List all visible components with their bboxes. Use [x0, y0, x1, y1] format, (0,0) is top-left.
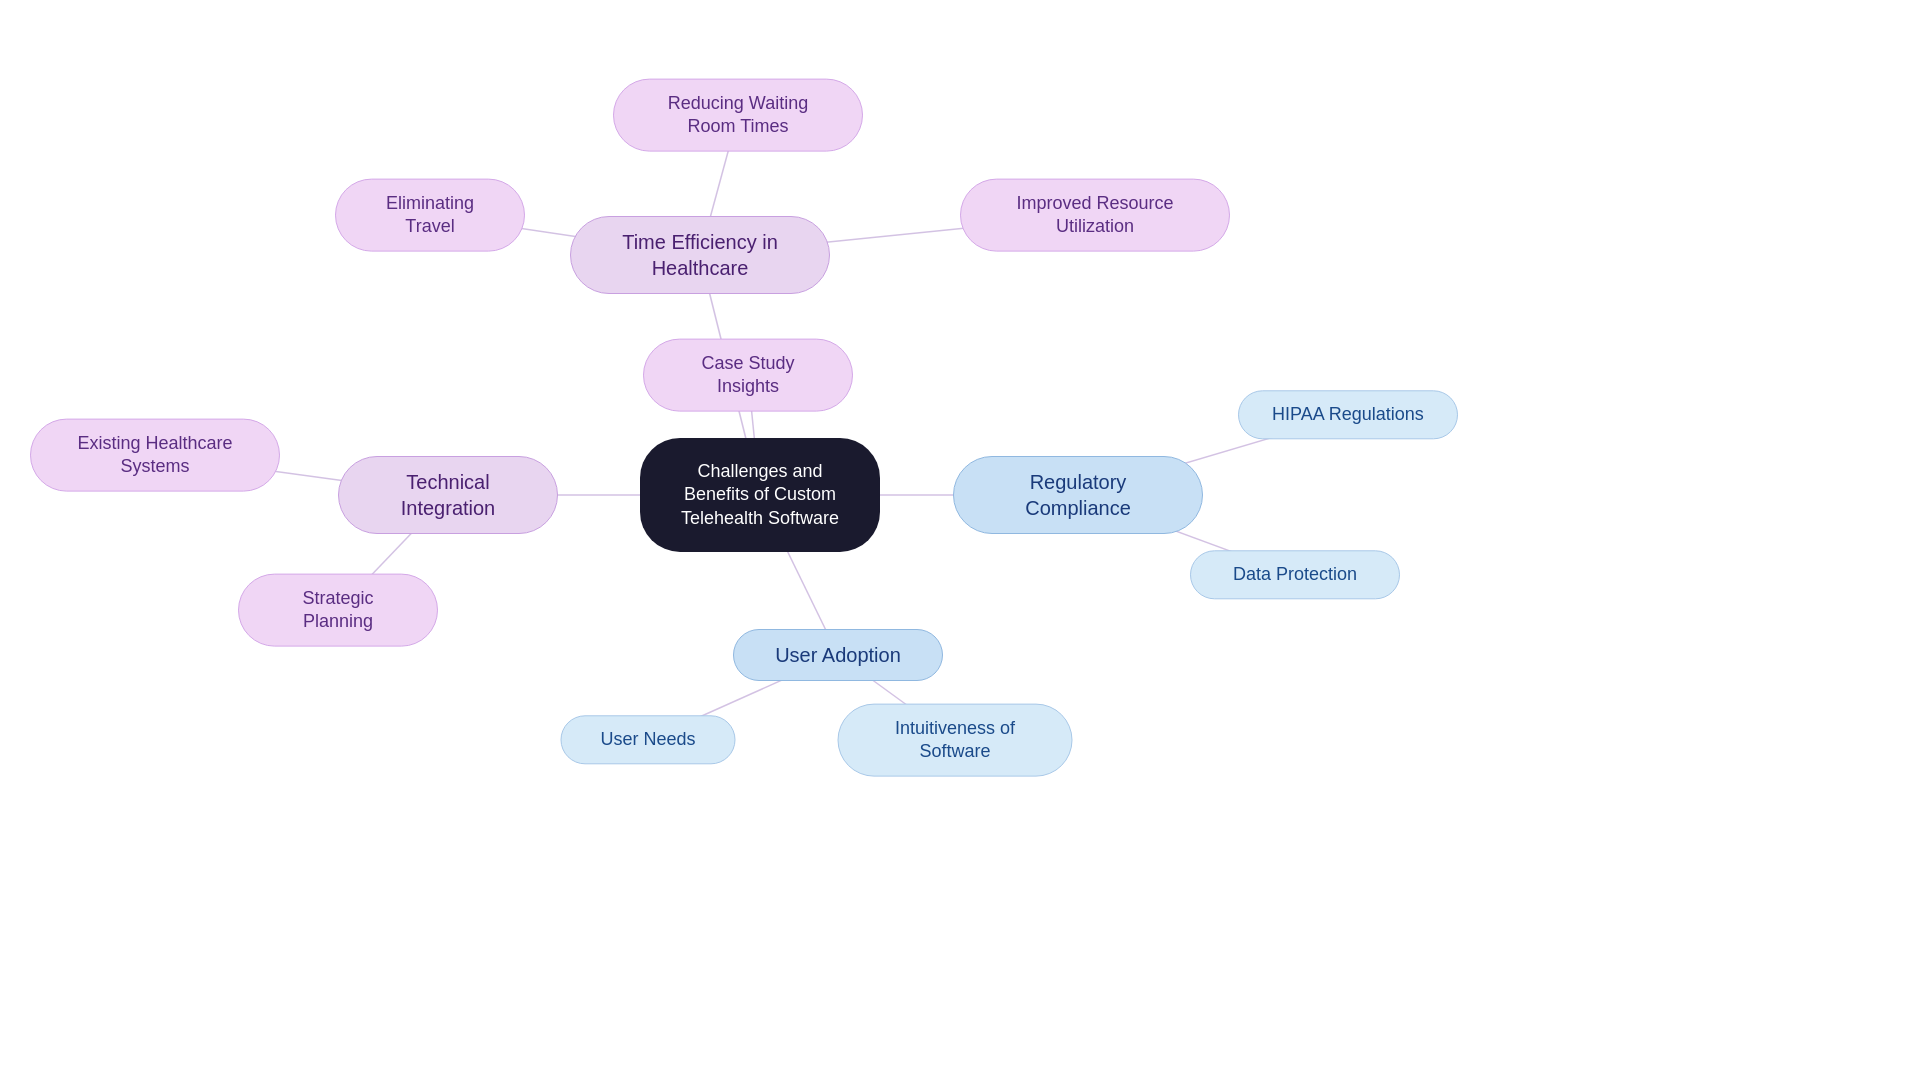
node-user-needs[interactable]: User Needs — [561, 715, 736, 764]
node-time-efficiency-label: Time Efficiency in Healthcare — [599, 229, 801, 281]
node-reducing-waiting[interactable]: Reducing Waiting Room Times — [613, 79, 863, 152]
node-center[interactable]: Challenges and Benefits of Custom Telehe… — [640, 438, 880, 552]
node-improved-resource-label: Improved Resource Utilization — [989, 192, 1201, 239]
node-user-adoption[interactable]: User Adoption — [733, 629, 943, 681]
node-case-study-label: Case Study Insights — [672, 352, 824, 399]
node-strategic-planning-label: Strategic Planning — [267, 587, 409, 634]
node-case-study[interactable]: Case Study Insights — [643, 339, 853, 412]
connections-svg — [0, 0, 1920, 1083]
node-regulatory-compliance[interactable]: Regulatory Compliance — [953, 456, 1203, 534]
node-data-protection[interactable]: Data Protection — [1190, 550, 1400, 599]
node-time-efficiency[interactable]: Time Efficiency in Healthcare — [570, 216, 830, 294]
node-intuitiveness[interactable]: Intuitiveness of Software — [838, 704, 1073, 777]
node-reducing-waiting-label: Reducing Waiting Room Times — [642, 92, 834, 139]
node-eliminating-travel[interactable]: Eliminating Travel — [335, 179, 525, 252]
node-regulatory-compliance-label: Regulatory Compliance — [982, 469, 1174, 521]
node-strategic-planning[interactable]: Strategic Planning — [238, 574, 438, 647]
node-eliminating-travel-label: Eliminating Travel — [364, 192, 496, 239]
node-technical-integration-label: Technical Integration — [367, 469, 529, 521]
node-data-protection-label: Data Protection — [1233, 563, 1357, 586]
node-center-label: Challenges and Benefits of Custom Telehe… — [676, 460, 844, 530]
node-user-needs-label: User Needs — [600, 728, 695, 751]
node-intuitiveness-label: Intuitiveness of Software — [867, 717, 1044, 764]
node-technical-integration[interactable]: Technical Integration — [338, 456, 558, 534]
node-hipaa[interactable]: HIPAA Regulations — [1238, 390, 1458, 439]
node-existing-healthcare[interactable]: Existing Healthcare Systems — [30, 419, 280, 492]
mindmap-container: Challenges and Benefits of Custom Telehe… — [0, 0, 1920, 1083]
node-existing-healthcare-label: Existing Healthcare Systems — [59, 432, 251, 479]
node-improved-resource[interactable]: Improved Resource Utilization — [960, 179, 1230, 252]
node-user-adoption-label: User Adoption — [775, 642, 901, 668]
node-hipaa-label: HIPAA Regulations — [1272, 403, 1424, 426]
